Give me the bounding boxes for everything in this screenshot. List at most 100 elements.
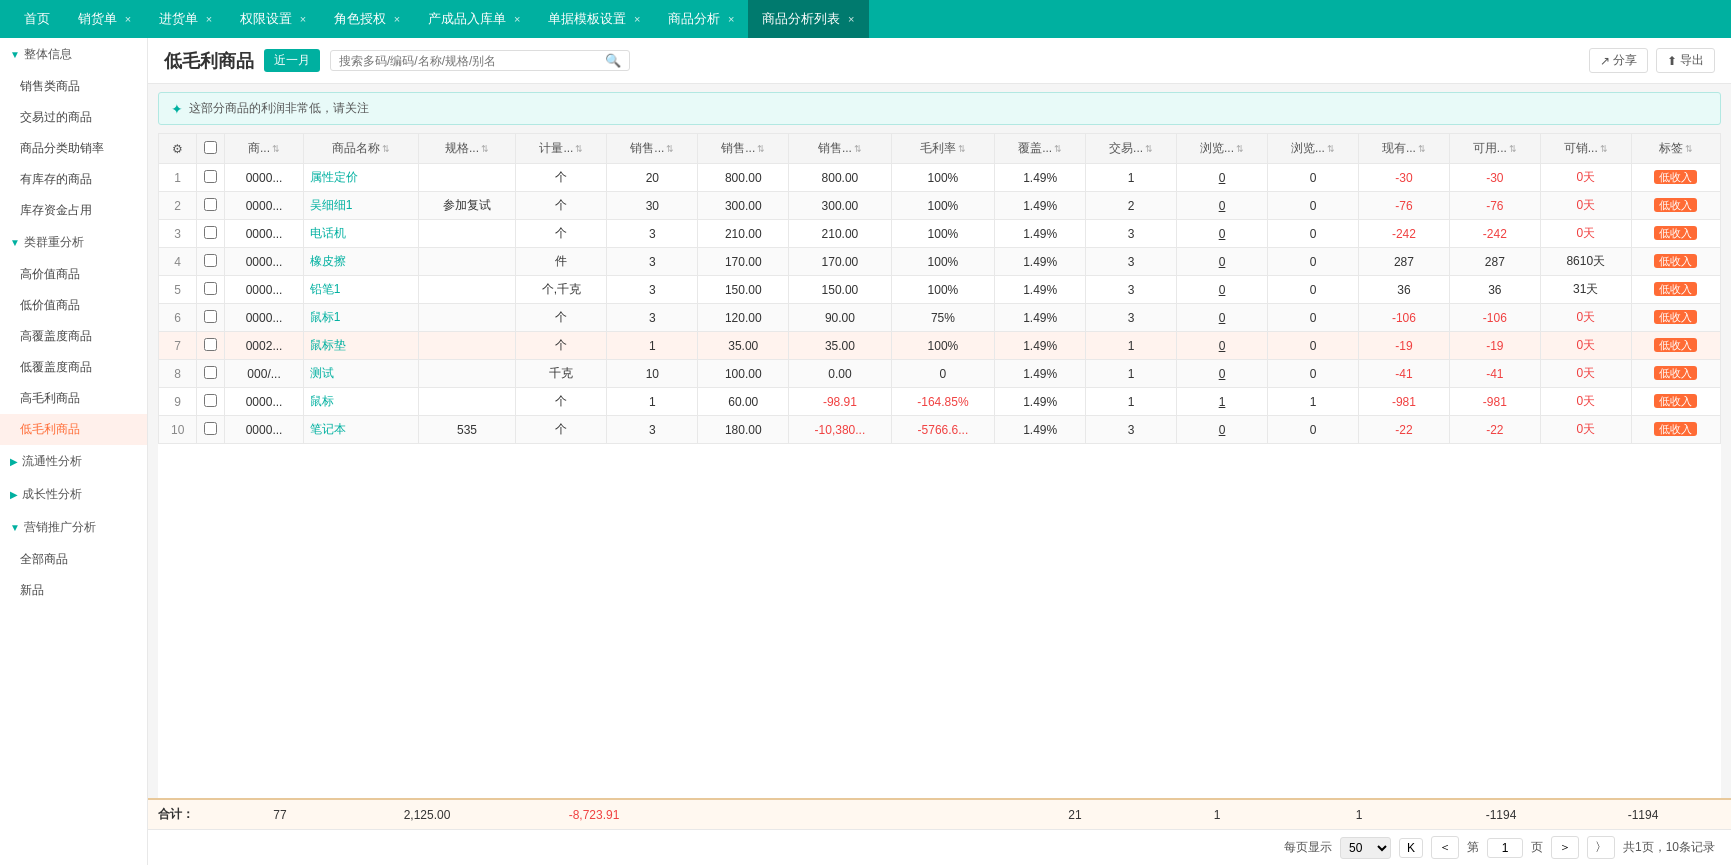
sidebar-item-high-value[interactable]: 高价值商品: [0, 259, 147, 290]
col-settings[interactable]: ⚙: [159, 134, 197, 164]
cell-view1[interactable]: 0: [1177, 248, 1268, 276]
sidebar-group-marketing[interactable]: ▼ 营销推广分析: [0, 511, 147, 544]
sidebar-item-low-value[interactable]: 低价值商品: [0, 290, 147, 321]
cell-name[interactable]: 鼠标: [303, 388, 418, 416]
col-view1[interactable]: 浏览...⇅: [1177, 134, 1268, 164]
col-sales-profit[interactable]: 销售...⇅: [789, 134, 891, 164]
sidebar-item-low-coverage[interactable]: 低覆盖度商品: [0, 352, 147, 383]
cell-view1[interactable]: 1: [1177, 388, 1268, 416]
close-icon[interactable]: ×: [300, 13, 306, 25]
cell-view1[interactable]: 0: [1177, 332, 1268, 360]
cell-view1[interactable]: 0: [1177, 360, 1268, 388]
sidebar-item-high-margin[interactable]: 高毛利商品: [0, 383, 147, 414]
nav-home[interactable]: 首页: [10, 0, 64, 38]
sidebar-group-cluster[interactable]: ▼ 类群重分析: [0, 226, 147, 259]
row-checkbox[interactable]: [204, 366, 217, 379]
row-checkbox[interactable]: [204, 254, 217, 267]
cell-checkbox[interactable]: [197, 164, 225, 192]
cell-name[interactable]: 笔记本: [303, 416, 418, 444]
row-checkbox[interactable]: [204, 394, 217, 407]
view1-link[interactable]: 1: [1219, 395, 1226, 409]
per-page-select[interactable]: 50 100: [1340, 837, 1391, 859]
sidebar-item-category-sales-rate[interactable]: 商品分类助销率: [0, 133, 147, 164]
cell-checkbox[interactable]: [197, 360, 225, 388]
last-page-button[interactable]: 〉: [1587, 836, 1615, 859]
sidebar-item-all-products[interactable]: 全部商品: [0, 544, 147, 575]
cell-checkbox[interactable]: [197, 416, 225, 444]
cell-name[interactable]: 电话机: [303, 220, 418, 248]
col-transaction[interactable]: 交易...⇅: [1086, 134, 1177, 164]
row-checkbox[interactable]: [204, 310, 217, 323]
row-checkbox[interactable]: [204, 170, 217, 183]
nav-product-analysis[interactable]: 商品分析 ×: [654, 0, 748, 38]
col-name[interactable]: 商品名称⇅: [303, 134, 418, 164]
col-sales-qty[interactable]: 销售...⇅: [607, 134, 698, 164]
col-tag[interactable]: 标签⇅: [1631, 134, 1720, 164]
row-checkbox[interactable]: [204, 422, 217, 435]
close-icon[interactable]: ×: [514, 13, 520, 25]
date-filter-button[interactable]: 近一月: [264, 49, 320, 72]
col-sales-amount[interactable]: 销售...⇅: [698, 134, 789, 164]
cell-checkbox[interactable]: [197, 248, 225, 276]
first-page-button[interactable]: K: [1399, 838, 1423, 858]
cell-checkbox[interactable]: [197, 220, 225, 248]
col-unit[interactable]: 计量...⇅: [516, 134, 607, 164]
sidebar-item-stock-products[interactable]: 有库存的商品: [0, 164, 147, 195]
view1-link[interactable]: 0: [1219, 311, 1226, 325]
cell-name[interactable]: 鼠标1: [303, 304, 418, 332]
cell-name[interactable]: 测试: [303, 360, 418, 388]
sidebar-item-high-coverage[interactable]: 高覆盖度商品: [0, 321, 147, 352]
view1-link[interactable]: 0: [1219, 283, 1226, 297]
view1-link[interactable]: 0: [1219, 423, 1226, 437]
close-icon[interactable]: ×: [728, 13, 734, 25]
export-button[interactable]: ⬆ 导出: [1656, 48, 1715, 73]
sidebar-group-overall[interactable]: ▼ 整体信息: [0, 38, 147, 71]
sidebar-item-stock-fund[interactable]: 库存资金占用: [0, 195, 147, 226]
col-saleable[interactable]: 可销...⇅: [1540, 134, 1631, 164]
col-view2[interactable]: 浏览...⇅: [1268, 134, 1359, 164]
cell-view1[interactable]: 0: [1177, 304, 1268, 332]
settings-icon[interactable]: ⚙: [172, 142, 183, 156]
view1-link[interactable]: 0: [1219, 339, 1226, 353]
cell-name[interactable]: 属性定价: [303, 164, 418, 192]
col-current-stock[interactable]: 现有...⇅: [1358, 134, 1449, 164]
close-icon[interactable]: ×: [634, 13, 640, 25]
col-code[interactable]: 商...⇅: [225, 134, 303, 164]
cell-checkbox[interactable]: [197, 276, 225, 304]
close-icon[interactable]: ×: [206, 13, 212, 25]
cell-checkbox[interactable]: [197, 332, 225, 360]
row-checkbox[interactable]: [204, 198, 217, 211]
view1-link[interactable]: 0: [1219, 367, 1226, 381]
row-checkbox[interactable]: [204, 338, 217, 351]
col-coverage[interactable]: 覆盖...⇅: [995, 134, 1086, 164]
sidebar-item-traded-products[interactable]: 交易过的商品: [0, 102, 147, 133]
close-icon[interactable]: ×: [394, 13, 400, 25]
next-page-button[interactable]: ＞: [1551, 836, 1579, 859]
nav-template-settings[interactable]: 单据模板设置 ×: [534, 0, 654, 38]
page-number-input[interactable]: [1487, 838, 1523, 858]
nav-permission-settings[interactable]: 权限设置 ×: [226, 0, 320, 38]
cell-view1[interactable]: 0: [1177, 220, 1268, 248]
cell-name[interactable]: 吴细细1: [303, 192, 418, 220]
search-input[interactable]: [339, 54, 601, 68]
nav-sales-order[interactable]: 销货单 ×: [64, 0, 145, 38]
cell-view1[interactable]: 0: [1177, 192, 1268, 220]
view1-link[interactable]: 0: [1219, 255, 1226, 269]
cell-name[interactable]: 橡皮擦: [303, 248, 418, 276]
select-all-checkbox[interactable]: [204, 141, 217, 154]
nav-role-auth[interactable]: 角色授权 ×: [320, 0, 414, 38]
nav-product-inbound[interactable]: 产成品入库单 ×: [414, 0, 534, 38]
cell-view1[interactable]: 0: [1177, 276, 1268, 304]
sidebar-group-growth[interactable]: ▶ 成长性分析: [0, 478, 147, 511]
share-button[interactable]: ↗ 分享: [1589, 48, 1648, 73]
sidebar-item-sales-products[interactable]: 销售类商品: [0, 71, 147, 102]
cell-checkbox[interactable]: [197, 304, 225, 332]
close-icon[interactable]: ×: [848, 13, 854, 25]
cell-view1[interactable]: 0: [1177, 164, 1268, 192]
sidebar-item-new-products[interactable]: 新品: [0, 575, 147, 606]
prev-page-button[interactable]: ＜: [1431, 836, 1459, 859]
cell-checkbox[interactable]: [197, 192, 225, 220]
sidebar-group-circulation[interactable]: ▶ 流通性分析: [0, 445, 147, 478]
close-icon[interactable]: ×: [125, 13, 131, 25]
cell-name[interactable]: 铅笔1: [303, 276, 418, 304]
